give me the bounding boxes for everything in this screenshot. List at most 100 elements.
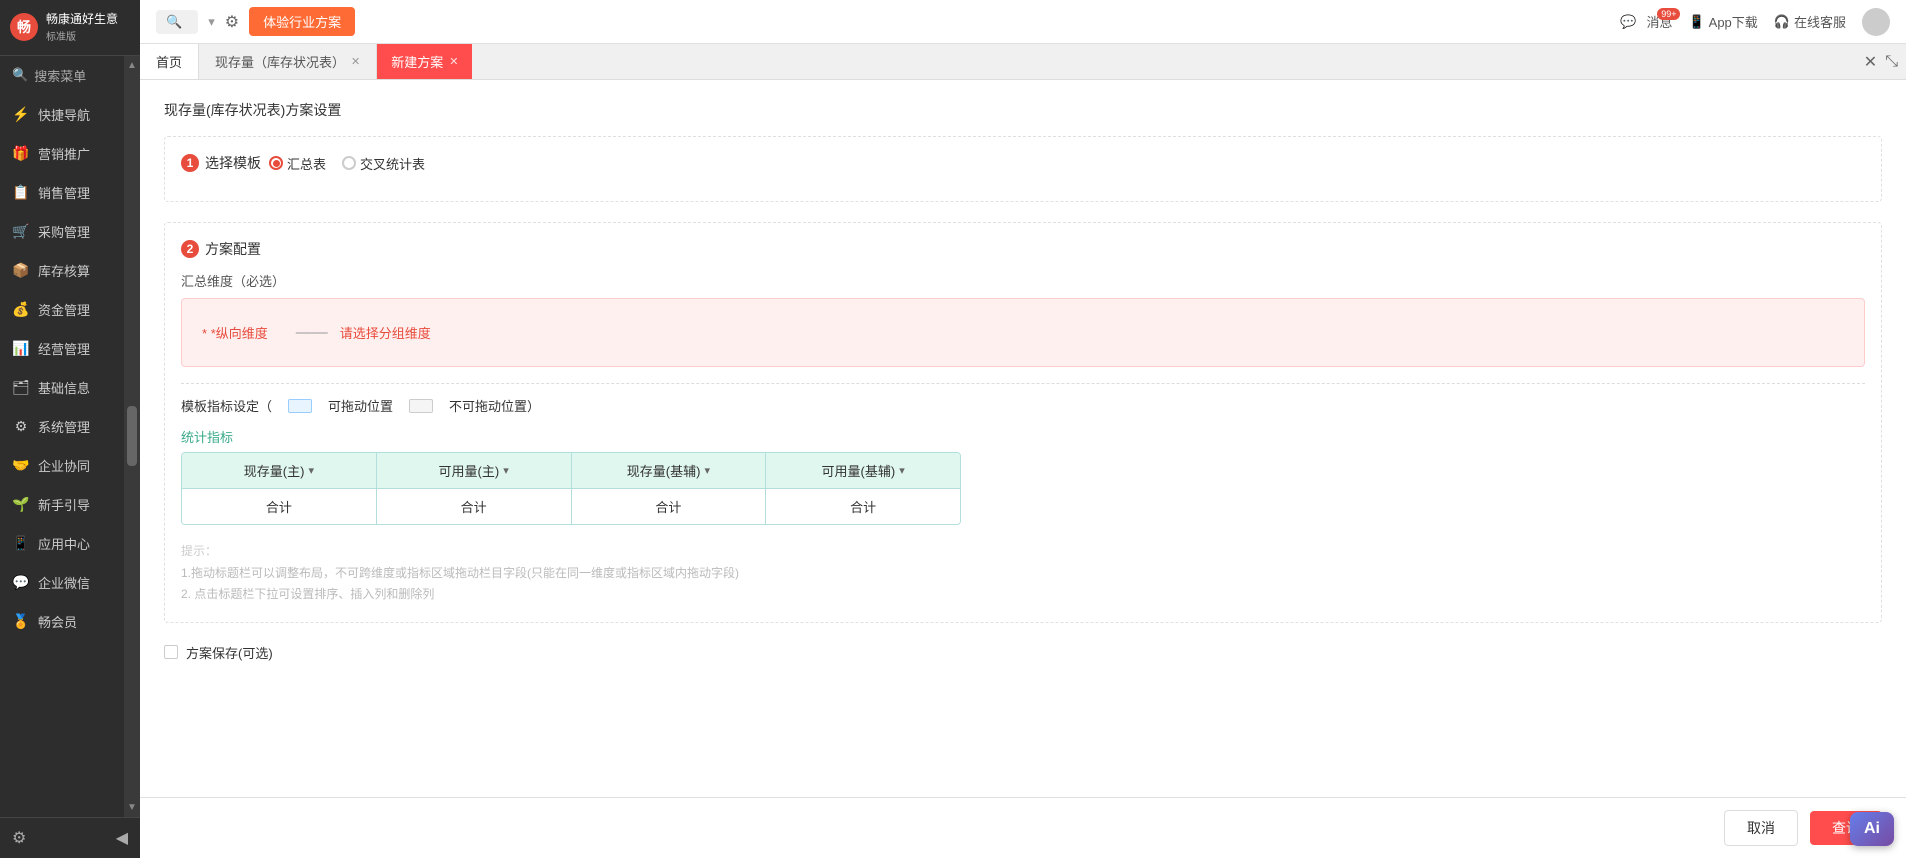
sidebar-item-operations[interactable]: 📊经营管理	[0, 329, 124, 368]
industry-btn[interactable]: 体验行业方案	[249, 7, 355, 36]
dropdown-icon[interactable]: ▾	[208, 14, 215, 30]
sidebar: 畅 畅康通好生意 标准版 🔍 搜索菜单 ⚡ 快捷导航 🎁营销推广📋销售管理🛒采购管理…	[0, 0, 140, 858]
sidebar-search-label: 搜索菜单	[34, 66, 86, 85]
radio-cross[interactable]: 交叉统计表	[342, 154, 425, 173]
step1-row: 1 选择模板 汇总表 交叉统计表	[181, 153, 1865, 173]
sidebar-item-system[interactable]: ⚙系统管理	[0, 407, 124, 446]
save-checkbox-label: 方案保存(可选)	[186, 643, 273, 662]
tabs-bar: 首页 现存量（库存状况表） ✕ 新建方案 ✕ ✕ ⤡	[140, 44, 1906, 80]
tab-new-scheme[interactable]: 新建方案 ✕	[377, 44, 472, 79]
tip-item-0: 1.拖动标题栏可以调整布局，不可跨维度或指标区域拖动栏目字段(只能在同一维度或指…	[181, 563, 1865, 585]
sidebar-cooperation-icon: 🤝	[12, 456, 30, 474]
sidebar-item-new-guide[interactable]: 🌱新手引导	[0, 485, 124, 524]
save-checkbox[interactable]	[164, 645, 178, 659]
radio-summary[interactable]: 汇总表	[269, 154, 326, 173]
nodrag-indicator	[409, 399, 433, 413]
app-name: 畅康通好生意	[46, 12, 118, 28]
chevron-icon-2: ▾	[704, 464, 710, 477]
arrow-separator: ——	[296, 324, 328, 342]
sidebar-item-marketing[interactable]: 🎁营销推广	[0, 134, 124, 173]
tabs-right-controls: ✕ ⤡	[1864, 52, 1906, 72]
search-icon: 🔍	[12, 67, 28, 83]
sidebar-item-finance[interactable]: 💰 资金管理	[0, 290, 124, 329]
sidebar-item-inventory[interactable]: 📦库存核算	[0, 251, 124, 290]
sidebar-item-basic-info[interactable]: 🗂基础信息	[0, 368, 124, 407]
cancel-button[interactable]: 取消	[1724, 810, 1798, 846]
radio-summary-label: 汇总表	[287, 154, 326, 173]
save-checkbox-row: 方案保存(可选)	[164, 643, 1882, 662]
stats-header-row: 现存量(主)▾可用量(主)▾现存量(基辅)▾可用量(基辅)▾	[182, 453, 960, 488]
sidebar-new-guide-icon: 🌱	[12, 495, 30, 513]
stats-label: 统计指标	[181, 427, 1865, 446]
main-area: 🔍 ▾ ⚙ 体验行业方案 💬 99+ 消息 📱 App下载 🎧 在线客服	[140, 0, 1906, 858]
page-title: 现存量(库存状况表)方案设置	[164, 100, 1882, 120]
chevron-icon-0: ▾	[308, 464, 314, 477]
tab-home-label: 首页	[156, 52, 182, 71]
sidebar-system-icon: ⚙	[12, 417, 30, 435]
topbar-search-box[interactable]: 🔍	[156, 10, 198, 34]
settings-icon[interactable]: ⚙	[12, 828, 26, 848]
online-service[interactable]: 🎧 在线客服	[1774, 12, 1846, 31]
sidebar-finance-icon: 💰	[12, 300, 30, 318]
tab-new-label: 新建方案	[391, 52, 443, 71]
sidebar-item-wechat[interactable]: 💬企业微信	[0, 563, 124, 602]
scroll-up-arrow[interactable]: ▲	[125, 58, 139, 73]
tab-inventory-status[interactable]: 现存量（库存状况表） ✕	[199, 44, 377, 79]
radio-cross-label: 交叉统计表	[360, 154, 425, 173]
scroll-thumb[interactable]	[127, 406, 137, 466]
sidebar-item-sales[interactable]: 📋销售管理	[0, 173, 124, 212]
sidebar-item-app-center[interactable]: 📱应用中心	[0, 524, 124, 563]
stats-header-cell-3[interactable]: 可用量(基辅)▾	[766, 453, 960, 488]
sidebar-item-cooperation[interactable]: 🤝企业协同	[0, 446, 124, 485]
collapse-icon[interactable]: ◀	[116, 828, 128, 848]
scroll-down-arrow[interactable]: ▼	[125, 800, 139, 815]
draggable-indicator	[288, 399, 312, 413]
expand-panel-btn[interactable]: ⤡	[1885, 53, 1898, 71]
draggable-label: 可拖动位置	[328, 396, 393, 415]
ai-button[interactable]: Ai	[1850, 812, 1894, 846]
sidebar-basic-info-icon: 🗂	[12, 378, 30, 396]
stats-data-cell-1: 合计	[377, 488, 572, 524]
tab-new-close[interactable]: ✕	[449, 55, 458, 68]
step1-label: 选择模板	[205, 153, 261, 173]
stats-data-cell-3: 合计	[766, 488, 960, 524]
stats-data-row: 合计合计合计合计	[182, 488, 960, 524]
sidebar-app-center-icon: 📱	[12, 534, 30, 552]
messages-icon[interactable]: 💬 99+ 消息	[1620, 12, 1672, 31]
settings-icon[interactable]: ⚙	[225, 12, 239, 32]
app-download[interactable]: 📱 App下载	[1688, 12, 1757, 31]
radio-summary-circle	[269, 156, 283, 170]
sidebar-item-purchase[interactable]: 🛒采购管理	[0, 212, 124, 251]
content-inner: 现存量(库存状况表)方案设置 1 选择模板 汇总表	[140, 80, 1906, 858]
sidebar-sales-label: 销售管理	[38, 183, 90, 202]
sidebar-search[interactable]: 🔍 搜索菜单	[0, 56, 124, 95]
content-area: 现存量(库存状况表)方案设置 1 选择模板 汇总表	[140, 80, 1906, 858]
headset-icon: 🎧	[1774, 14, 1790, 30]
close-panel-btn[interactable]: ✕	[1864, 52, 1877, 72]
sidebar-wechat-icon: 💬	[12, 573, 30, 591]
sidebar-inventory-label: 库存核算	[38, 261, 90, 280]
sidebar-membership-label: 畅会员	[38, 612, 77, 631]
step2-badge: 2	[181, 240, 199, 258]
divider	[181, 383, 1865, 384]
sidebar-bottom: ⚙ ◀	[0, 817, 140, 858]
stats-header-cell-2[interactable]: 现存量(基辅)▾	[572, 453, 767, 488]
sidebar-scrollbar[interactable]: ▲ ▼	[124, 56, 140, 817]
vertical-field-label: * *纵向维度	[202, 323, 268, 342]
required-star: *	[202, 326, 207, 341]
sidebar-item-membership[interactable]: 🏅 畅会员	[0, 602, 124, 641]
sidebar-quick-nav-icon: ⚡	[12, 105, 30, 123]
stats-header-cell-1[interactable]: 可用量(主)▾	[377, 453, 572, 488]
stats-header-cell-0[interactable]: 现存量(主)▾	[182, 453, 377, 488]
sidebar-item-quick-nav[interactable]: ⚡ 快捷导航	[0, 95, 124, 134]
sidebar-quick-nav-label: 快捷导航	[38, 105, 90, 124]
sidebar-finance-label: 资金管理	[38, 300, 90, 319]
topbar-right: 💬 99+ 消息 📱 App下载 🎧 在线客服	[1620, 8, 1890, 36]
tab-inventory-close[interactable]: ✕	[351, 55, 360, 68]
sidebar-logo: 畅 畅康通好生意 标准版	[0, 0, 140, 56]
chevron-icon-1: ▾	[503, 464, 509, 477]
tab-home[interactable]: 首页	[140, 44, 199, 79]
user-avatar[interactable]	[1862, 8, 1890, 36]
sidebar-membership-icon: 🏅	[12, 612, 30, 630]
sidebar-marketing-label: 营销推广	[38, 144, 90, 163]
